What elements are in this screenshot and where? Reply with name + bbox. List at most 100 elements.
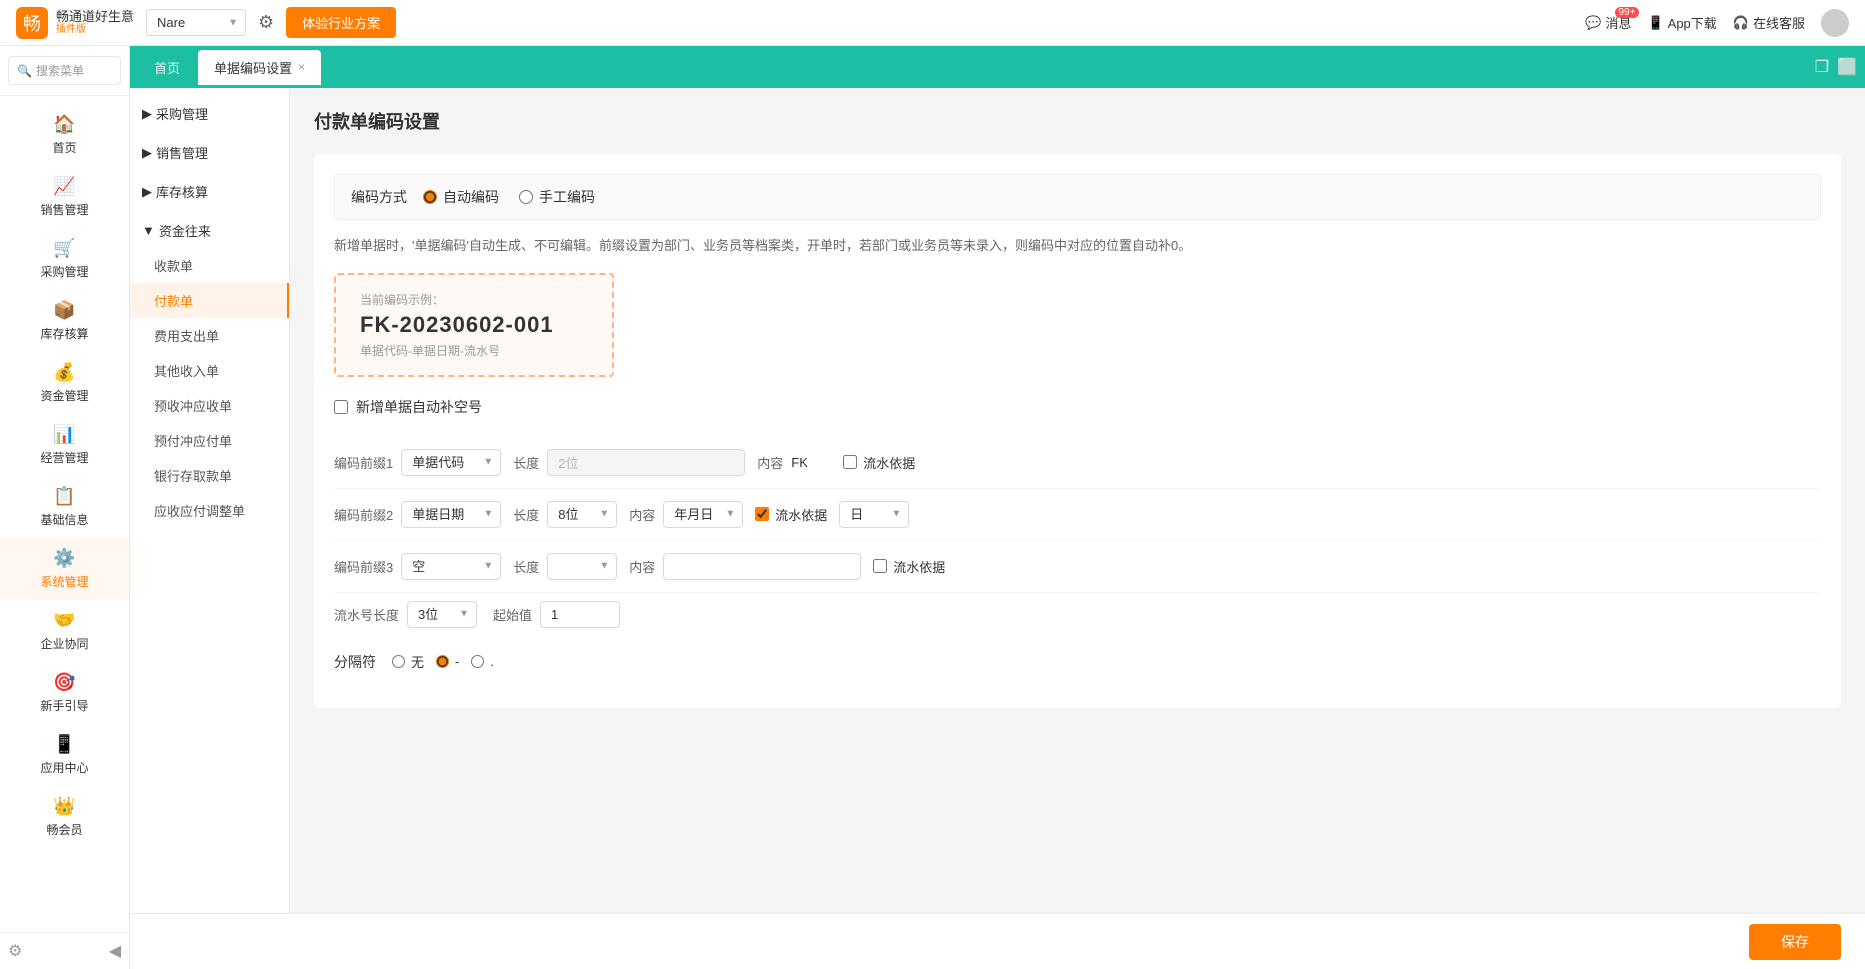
- tab-maximize-button[interactable]: ⬜: [1837, 57, 1857, 77]
- sidebar-item-newbie[interactable]: 🎯 新手引导: [0, 662, 129, 724]
- prefix1-serial-checkbox[interactable]: [843, 455, 857, 469]
- settings-gear-button[interactable]: ⚙: [258, 12, 274, 33]
- prefix3-serial-checkbox[interactable]: [873, 559, 887, 573]
- preview-box: 当前编码示例： FK-20230602-001 单据代码-单据日期-流水号: [334, 273, 614, 377]
- subnav-item-other-income[interactable]: 其他收入单: [130, 353, 289, 388]
- prefix2-content-select[interactable]: 年月日 年月 年: [663, 501, 743, 528]
- subnav-header-purchase[interactable]: ▶ 采购管理: [130, 96, 289, 131]
- separator-label: 分隔符: [334, 652, 376, 672]
- prefix2-label: 编码前缀2: [334, 505, 393, 524]
- sidebar-settings-button[interactable]: ⚙: [8, 941, 22, 961]
- subnav-item-receipt[interactable]: 收款单: [130, 248, 289, 283]
- sidebar-search: 🔍 搜索菜单: [0, 46, 129, 96]
- sub-nav: ▶ 采购管理 ▶ 销售管理 ▶ 库存核算: [130, 88, 290, 913]
- sidebar-item-system[interactable]: ⚙️ 系统管理: [0, 538, 129, 600]
- sidebar-item-operations[interactable]: 📊 经营管理: [0, 414, 129, 476]
- page-title: 付款单编码设置: [314, 108, 1841, 134]
- sep-none-radio-input[interactable]: [392, 655, 405, 668]
- tab-home[interactable]: 首页: [138, 50, 196, 85]
- encoding-method-label: 编码方式: [351, 187, 407, 207]
- serial-length-select[interactable]: 3位 4位 5位 6位: [407, 601, 477, 628]
- subnav-item-bank-deposit[interactable]: 银行存取款单: [130, 458, 289, 493]
- basic-icon: 📋: [53, 486, 75, 507]
- sidebar-item-member[interactable]: 👑 畅会员: [0, 786, 129, 848]
- sidebar-item-purchase[interactable]: 🛒 采购管理: [0, 228, 129, 290]
- prefix2-length-select[interactable]: 8位 6位 4位: [547, 501, 617, 528]
- company-selector[interactable]: Nare: [146, 9, 246, 36]
- content-area: 首页 单据编码设置 × ❐ ⬜ ▶ 采购管理: [130, 46, 1865, 969]
- subnav-header-inventory[interactable]: ▶ 库存核算: [130, 174, 289, 209]
- prefix2-select[interactable]: 单据代码 单据日期 空 部门 业务员: [401, 501, 501, 528]
- tab-close-icon[interactable]: ×: [298, 60, 305, 74]
- prefix3-select[interactable]: 单据代码 单据日期 空 部门 业务员: [401, 553, 501, 580]
- prefix3-label: 编码前缀3: [334, 557, 393, 576]
- operations-icon: 📊: [53, 424, 75, 445]
- bottom-bar: 保存: [130, 913, 1865, 969]
- prefix3-length-select[interactable]: [547, 553, 617, 580]
- encoding-radio-group: 自动编码 手工编码: [423, 187, 595, 207]
- search-icon: 🔍: [17, 64, 32, 78]
- chevron-down-icon: ▼: [142, 223, 155, 238]
- subnav-item-payment[interactable]: 付款单: [130, 283, 289, 318]
- app-download-button[interactable]: 📱 App下载: [1647, 13, 1716, 32]
- prefix2-content-select-wrapper: 年月日 年月 年: [663, 501, 743, 528]
- sep-none-radio[interactable]: 无: [392, 652, 424, 671]
- prefix3-row: 编码前缀3 单据代码 单据日期 空 部门 业务员: [334, 541, 1821, 593]
- service-icon: 🎧: [1733, 15, 1749, 31]
- subnav-item-adjustment[interactable]: 应收应付调整单: [130, 493, 289, 528]
- settings-card: 编码方式 自动编码 手工编码: [314, 154, 1841, 708]
- inventory-icon: 📦: [53, 300, 75, 321]
- prefix1-label: 编码前缀1: [334, 453, 393, 472]
- prefix2-serial-unit-select[interactable]: 日 月 年: [839, 501, 909, 528]
- sep-dot-radio-input[interactable]: [471, 655, 484, 668]
- sep-dash-radio-input[interactable]: [436, 655, 449, 668]
- subnav-header-sales[interactable]: ▶ 销售管理: [130, 135, 289, 170]
- manual-code-radio[interactable]: 手工编码: [519, 187, 595, 207]
- online-service-button[interactable]: 🎧 在线客服: [1733, 13, 1805, 32]
- sidebar-collapse-button[interactable]: ◀: [109, 941, 121, 961]
- trial-button[interactable]: 体验行业方案: [286, 7, 396, 38]
- sidebar-bottom: ⚙ ◀: [0, 932, 129, 969]
- message-button[interactable]: 💬 消息 99+: [1585, 13, 1631, 32]
- search-menu-button[interactable]: 🔍 搜索菜单: [8, 56, 121, 85]
- prefix2-row: 编码前缀2 单据代码 单据日期 空 部门 业务员: [334, 489, 1821, 541]
- company-select[interactable]: Nare: [146, 9, 246, 36]
- tab-bar-right: ❐ ⬜: [1815, 57, 1857, 77]
- sidebar-item-basic[interactable]: 📋 基础信息: [0, 476, 129, 538]
- prefix3-serial-label[interactable]: 流水依据: [893, 557, 945, 576]
- prefix1-select[interactable]: 单据代码 单据日期 空 部门 业务员: [401, 449, 501, 476]
- tab-serial-setting[interactable]: 单据编码设置 ×: [198, 50, 321, 85]
- prefix1-content-field: 内容 FK: [757, 453, 831, 472]
- prefix1-length-label: 长度: [513, 453, 539, 472]
- prefix2-serial-checkbox[interactable]: [755, 507, 769, 521]
- subnav-item-prepay-receivable[interactable]: 预收冲应收单: [130, 388, 289, 423]
- sidebar-item-inventory[interactable]: 📦 库存核算: [0, 290, 129, 352]
- auto-code-radio[interactable]: 自动编码: [423, 187, 499, 207]
- start-value-input[interactable]: [540, 601, 620, 628]
- subnav-item-prepay-payable[interactable]: 预付冲应付单: [130, 423, 289, 458]
- prefix2-serial-unit-wrapper: 日 月 年: [839, 501, 909, 528]
- tab-restore-button[interactable]: ❐: [1815, 57, 1829, 77]
- prefix2-serial-label[interactable]: 流水依据: [775, 505, 827, 524]
- prefix3-content-input[interactable]: [663, 553, 861, 580]
- save-button[interactable]: 保存: [1749, 924, 1841, 960]
- auto-code-radio-input[interactable]: [423, 190, 437, 204]
- home-icon: 🏠: [53, 114, 75, 135]
- auto-fill-label[interactable]: 新增单据自动补空号: [356, 397, 482, 417]
- manual-code-radio-input[interactable]: [519, 190, 533, 204]
- enterprise-icon: 🤝: [53, 610, 75, 631]
- sidebar-item-finance[interactable]: 💰 资金管理: [0, 352, 129, 414]
- sidebar-item-sales[interactable]: 📈 销售管理: [0, 166, 129, 228]
- subnav-header-capital[interactable]: ▼ 资金往来: [130, 213, 289, 248]
- user-avatar[interactable]: [1821, 9, 1849, 37]
- sep-dash-radio[interactable]: -: [436, 654, 459, 669]
- prefix1-serial-label[interactable]: 流水依据: [863, 453, 915, 472]
- sep-dot-radio[interactable]: .: [471, 654, 494, 669]
- auto-fill-checkbox[interactable]: [334, 400, 348, 414]
- sidebar-item-enterprise[interactable]: 🤝 企业协同: [0, 600, 129, 662]
- sidebar-item-appcenter[interactable]: 📱 应用中心: [0, 724, 129, 786]
- prefix1-select-wrapper: 单据代码 单据日期 空 部门 业务员: [401, 449, 501, 476]
- prefix3-field: 编码前缀3 单据代码 单据日期 空 部门 业务员: [334, 553, 501, 580]
- sidebar-item-home[interactable]: 🏠 首页: [0, 104, 129, 166]
- subnav-item-expense[interactable]: 费用支出单: [130, 318, 289, 353]
